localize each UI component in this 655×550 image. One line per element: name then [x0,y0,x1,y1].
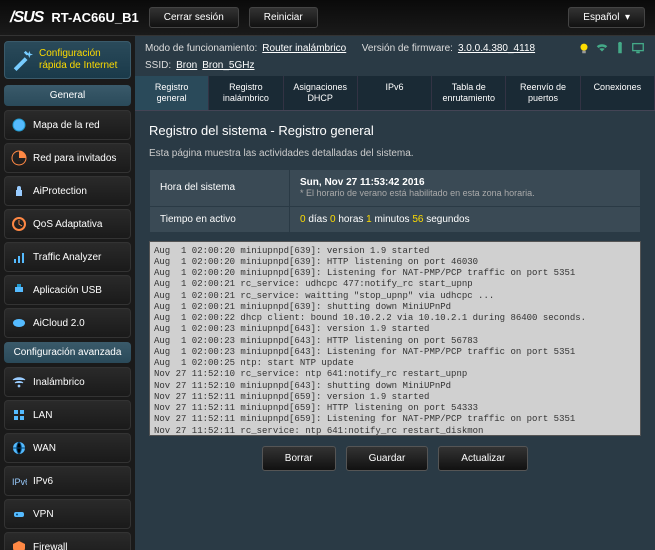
time-value: Sun, Nov 27 11:53:42 2016 [300,177,425,188]
nav-item[interactable]: VPN [4,499,131,529]
nav-label: Aplicación USB [33,285,102,296]
nav-item[interactable]: IPv6 IPv6 [4,466,131,496]
tab[interactable]: Conexiones [581,76,655,110]
nav-label: Red para invitados [33,153,116,164]
nav-item[interactable]: Aplicación USB [4,275,131,305]
page-title: Registro del sistema - Registro general [149,123,641,138]
mode-label: Modo de funcionamiento: [145,43,257,54]
nav-item[interactable]: QoS Adaptativa [4,209,131,239]
sidebar: Configuración rápida de Internet General… [0,36,135,550]
fw-link[interactable]: 3.0.0.4.380_4118 [458,43,535,54]
model-name: RT-AC66U_B1 [51,10,138,25]
language-select[interactable]: Español ▾ [568,7,645,28]
nav-icon [11,407,27,423]
nav-label: Mapa de la red [33,120,100,131]
nav-label: AiCloud 2.0 [33,318,85,329]
top-header: /SUS RT-AC66U_B1 Cerrar sesión Reiniciar… [0,0,655,36]
nav-icon [11,249,27,265]
uptime-value: 0 días 0 horas 1 minutos 56 segundos [290,206,641,232]
system-log[interactable]: Aug 1 02:00:20 miniupnpd[639]: version 1… [149,241,641,436]
ssid-label: SSID: [145,60,171,71]
page-desc: Esta página muestra las actividades deta… [149,148,641,159]
nav-label: IPv6 [33,476,53,487]
system-info-table: Hora del sistema Sun, Nov 27 11:53:42 20… [149,169,641,233]
ssid-1[interactable]: Bron [176,60,197,71]
logout-button[interactable]: Cerrar sesión [149,7,239,28]
info-bar: Modo de funcionamiento: Router inalámbri… [135,36,655,60]
time-label: Hora del sistema [150,169,290,206]
tab[interactable]: Tabla de enrutamiento [432,76,506,110]
nav-icon [11,117,27,133]
nav-item[interactable]: Mapa de la red [4,110,131,140]
uptime-label: Tiempo en activo [150,206,290,232]
brand-logo: /SUS [10,9,43,27]
dst-note: * El horario de verano está habilitado e… [300,188,535,198]
nav-icon [11,216,27,232]
section-general: General [4,85,131,106]
refresh-button[interactable]: Actualizar [438,446,528,471]
nav-icon [11,183,27,199]
tab[interactable]: Registro general [135,76,209,110]
tab[interactable]: IPv6 [358,76,432,110]
status-icons [577,41,645,55]
nav-label: Traffic Analyzer [33,252,101,263]
button-row: Borrar Guardar Actualizar [149,446,641,471]
ssid-2[interactable]: Bron_5GHz [202,60,254,71]
usb-icon[interactable] [613,41,627,55]
nav-label: AiProtection [33,186,87,197]
nav-label: Inalámbrico [33,377,85,388]
nav-item[interactable]: Red para invitados [4,143,131,173]
tab[interactable]: Asignaciones DHCP [284,76,358,110]
svg-text:IPv6: IPv6 [12,477,27,487]
section-advanced: Configuración avanzada [4,342,131,363]
mode-link[interactable]: Router inalámbrico [262,43,346,54]
wifi-icon[interactable] [595,41,609,55]
main-content: Modo de funcionamiento: Router inalámbri… [135,36,655,550]
nav-icon [11,374,27,390]
nav-item[interactable]: WAN [4,433,131,463]
nav-icon [11,150,27,166]
nav-item[interactable]: AiCloud 2.0 [4,308,131,338]
nav-label: WAN [33,443,56,454]
nav-label: QoS Adaptativa [33,219,103,230]
nav-icon [11,539,27,550]
qis-label: Configuración rápida de Internet [39,48,124,72]
magic-wand-icon [11,49,33,71]
tab-bar: Registro generalRegistro inalámbricoAsig… [135,76,655,111]
screen-icon[interactable] [631,41,645,55]
nav-label: Firewall [33,542,67,550]
clear-button[interactable]: Borrar [262,446,336,471]
nav-icon: IPv6 [11,473,27,489]
nav-item[interactable]: AiProtection [4,176,131,206]
nav-icon [11,315,27,331]
nav-item[interactable]: Firewall [4,532,131,550]
nav-label: VPN [33,509,54,520]
bulb-icon[interactable] [577,41,591,55]
fw-label: Versión de firmware: [362,43,453,54]
save-button[interactable]: Guardar [346,446,429,471]
nav-icon [11,440,27,456]
qis-button[interactable]: Configuración rápida de Internet [4,41,131,79]
nav-label: LAN [33,410,52,421]
nav-icon [11,506,27,522]
nav-item[interactable]: Inalámbrico [4,367,131,397]
nav-item[interactable]: Traffic Analyzer [4,242,131,272]
nav-item[interactable]: LAN [4,400,131,430]
tab[interactable]: Reenvío de puertos [506,76,580,110]
tab[interactable]: Registro inalámbrico [209,76,283,110]
nav-icon [11,282,27,298]
ssid-bar: SSID: Bron Bron_5GHz [135,60,655,76]
reboot-button[interactable]: Reiniciar [249,7,318,28]
